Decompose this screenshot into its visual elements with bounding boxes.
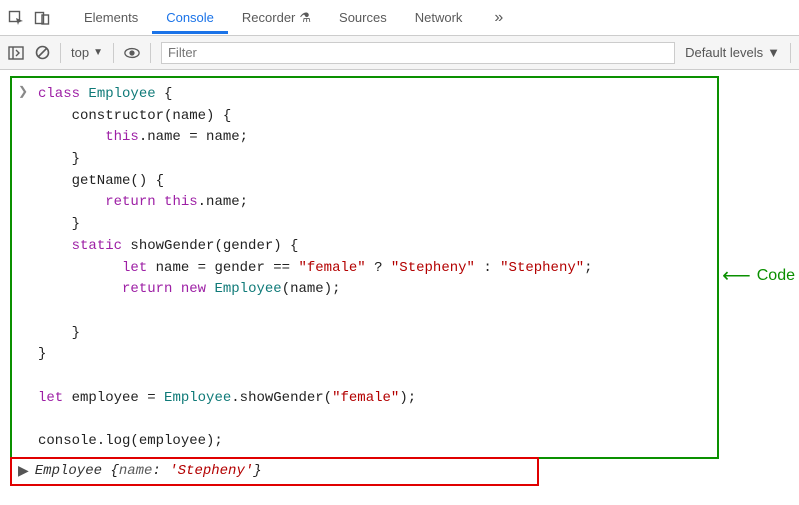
tab-network[interactable]: Network: [401, 2, 477, 34]
separator: [150, 43, 151, 63]
output-prop-value: 'Stepheny': [169, 463, 253, 479]
tab-sources[interactable]: Sources: [325, 2, 401, 34]
dropdown-icon: ▼: [93, 47, 103, 58]
flask-icon: ⚗: [299, 10, 311, 25]
output-highlight-box: ▶ Employee {name: 'Stepheny'}: [10, 457, 539, 486]
console-body: ❯ class Employee { constructor(name) { t…: [0, 70, 799, 486]
context-label: top: [71, 45, 89, 60]
annotation-code: ⟵ Code: [722, 266, 795, 286]
tab-console[interactable]: Console: [152, 2, 228, 34]
context-selector[interactable]: top ▼: [71, 45, 103, 60]
separator: [790, 43, 791, 63]
live-expression-icon[interactable]: [124, 45, 140, 61]
prompt-chevron-icon: ❯: [18, 84, 28, 98]
separator: [113, 43, 114, 63]
tab-elements[interactable]: Elements: [70, 2, 152, 34]
output-prop-key: name: [119, 463, 153, 479]
annotation-code-label: Code: [757, 267, 795, 285]
sidebar-toggle-icon[interactable]: [8, 45, 24, 61]
inspect-icon[interactable]: [8, 10, 24, 26]
more-tabs-button[interactable]: »: [488, 5, 509, 31]
filter-input[interactable]: [161, 42, 675, 64]
tab-recorder-label: Recorder: [242, 10, 295, 25]
console-toolbar: top ▼ Default levels ▼: [0, 36, 799, 70]
tab-recorder[interactable]: Recorder ⚗: [228, 2, 325, 34]
filter-field[interactable]: [161, 42, 675, 64]
console-input-code[interactable]: class Employee { constructor(name) { thi…: [38, 84, 713, 453]
output-class-name: Employee: [35, 463, 102, 479]
dropdown-icon: ▼: [767, 45, 780, 60]
device-icon[interactable]: [34, 10, 50, 26]
separator: [60, 43, 61, 63]
log-levels-selector[interactable]: Default levels ▼: [685, 45, 780, 60]
arrow-left-icon: ⟵: [722, 266, 751, 286]
log-levels-label: Default levels: [685, 45, 763, 60]
disclosure-triangle-icon[interactable]: ▶: [18, 463, 29, 480]
console-output-line[interactable]: ▶ Employee {name: 'Stepheny'}: [18, 463, 531, 480]
clear-console-icon[interactable]: [34, 45, 50, 61]
devtools-tabbar: Elements Console Recorder ⚗ Sources Netwo…: [0, 0, 799, 36]
code-highlight-box: ❯ class Employee { constructor(name) { t…: [10, 76, 719, 459]
